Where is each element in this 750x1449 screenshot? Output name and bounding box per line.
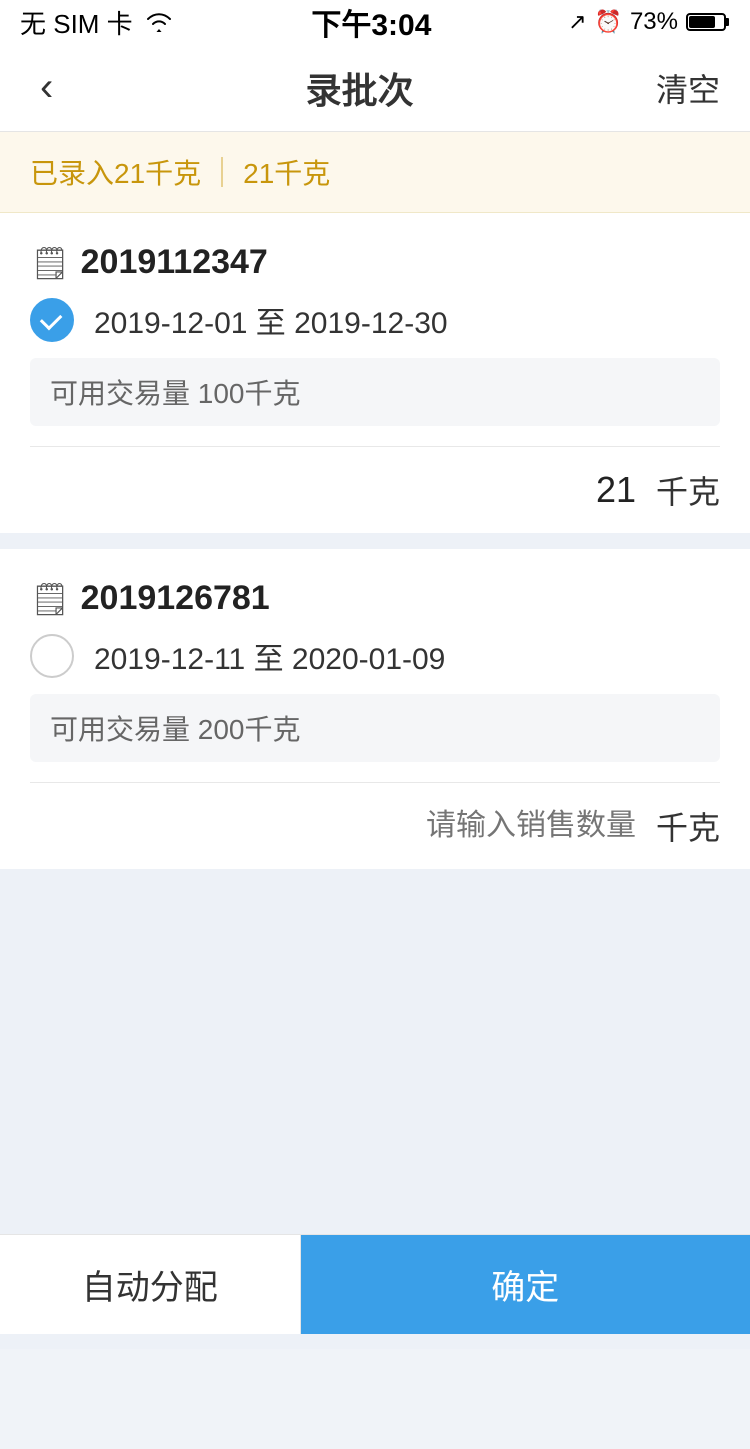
section-divider-1 xyxy=(0,533,750,549)
back-button[interactable]: ‹ xyxy=(30,55,63,120)
batch-available-1: 可用交易量 100千克 xyxy=(30,358,720,426)
batch-input-row-1: 21 千克 xyxy=(30,446,720,533)
batch-date-row-2: 2019-12-11 至 2020-01-09 xyxy=(30,634,720,678)
batch-date-2: 2019-12-11 至 2020-01-09 xyxy=(94,634,445,678)
location-icon: ↗ xyxy=(568,9,586,35)
footer: 自动分配 确定 xyxy=(0,1234,750,1334)
auto-distribute-button[interactable]: 自动分配 xyxy=(0,1235,301,1334)
batch-available-2: 可用交易量 200千克 xyxy=(30,694,720,762)
recorded-amount-value: 21千克 xyxy=(243,152,330,192)
status-bar: 无 SIM 卡 下午3:04 ↗ ⏰ 73% xyxy=(0,0,750,44)
batch-card-1: 🗒 2019112347 2019-12-01 至 2019-12-30 可用交… xyxy=(0,213,750,533)
batch-date-row-1: 2019-12-01 至 2019-12-30 xyxy=(30,298,720,342)
auto-distribute-label: 自动分配 xyxy=(82,1260,218,1309)
batch-unit-1: 千克 xyxy=(656,467,720,513)
batch-header-1: 🗒 2019112347 xyxy=(30,243,720,282)
status-indicators: ↗ ⏰ 73% xyxy=(568,8,730,36)
wifi-icon xyxy=(143,11,175,33)
batch-doc-icon-1: 🗒 xyxy=(30,244,71,282)
batch-id-2: 2019126781 xyxy=(81,579,270,618)
batch-input-row-2: 千克 xyxy=(30,782,720,869)
page-title: 录批次 xyxy=(306,62,414,114)
confirm-label: 确定 xyxy=(491,1260,559,1309)
batch-quantity-input-2[interactable] xyxy=(250,809,636,843)
nav-bar: ‹ 录批次 清空 xyxy=(0,44,750,132)
batch-id-1: 2019112347 xyxy=(81,243,268,282)
clear-button[interactable]: 清空 xyxy=(656,65,720,111)
confirm-button[interactable]: 确定 xyxy=(301,1235,750,1334)
batch-input-value-1: 21 xyxy=(556,469,636,511)
status-time: 下午3:04 xyxy=(311,0,431,44)
recorded-amount-label: 已录入21千克 xyxy=(30,152,201,192)
batch-card-2: 🗒 2019126781 2019-12-11 至 2020-01-09 可用交… xyxy=(0,549,750,869)
batch-date-1: 2019-12-01 至 2019-12-30 xyxy=(94,298,448,342)
alarm-icon: ⏰ xyxy=(595,9,622,35)
banner-divider xyxy=(221,157,223,187)
battery-icon xyxy=(686,11,730,33)
status-carrier: 无 SIM 卡 xyxy=(20,4,175,41)
radio-2[interactable] xyxy=(30,634,74,678)
batch-header-2: 🗒 2019126781 xyxy=(30,579,720,618)
batch-doc-icon-2: 🗒 xyxy=(30,580,71,618)
battery-text: 73% xyxy=(630,8,678,36)
carrier-text: 无 SIM 卡 xyxy=(20,4,133,41)
batch-unit-2: 千克 xyxy=(656,803,720,849)
radio-1[interactable] xyxy=(30,298,74,342)
info-banner: 已录入21千克 21千克 xyxy=(0,132,750,213)
